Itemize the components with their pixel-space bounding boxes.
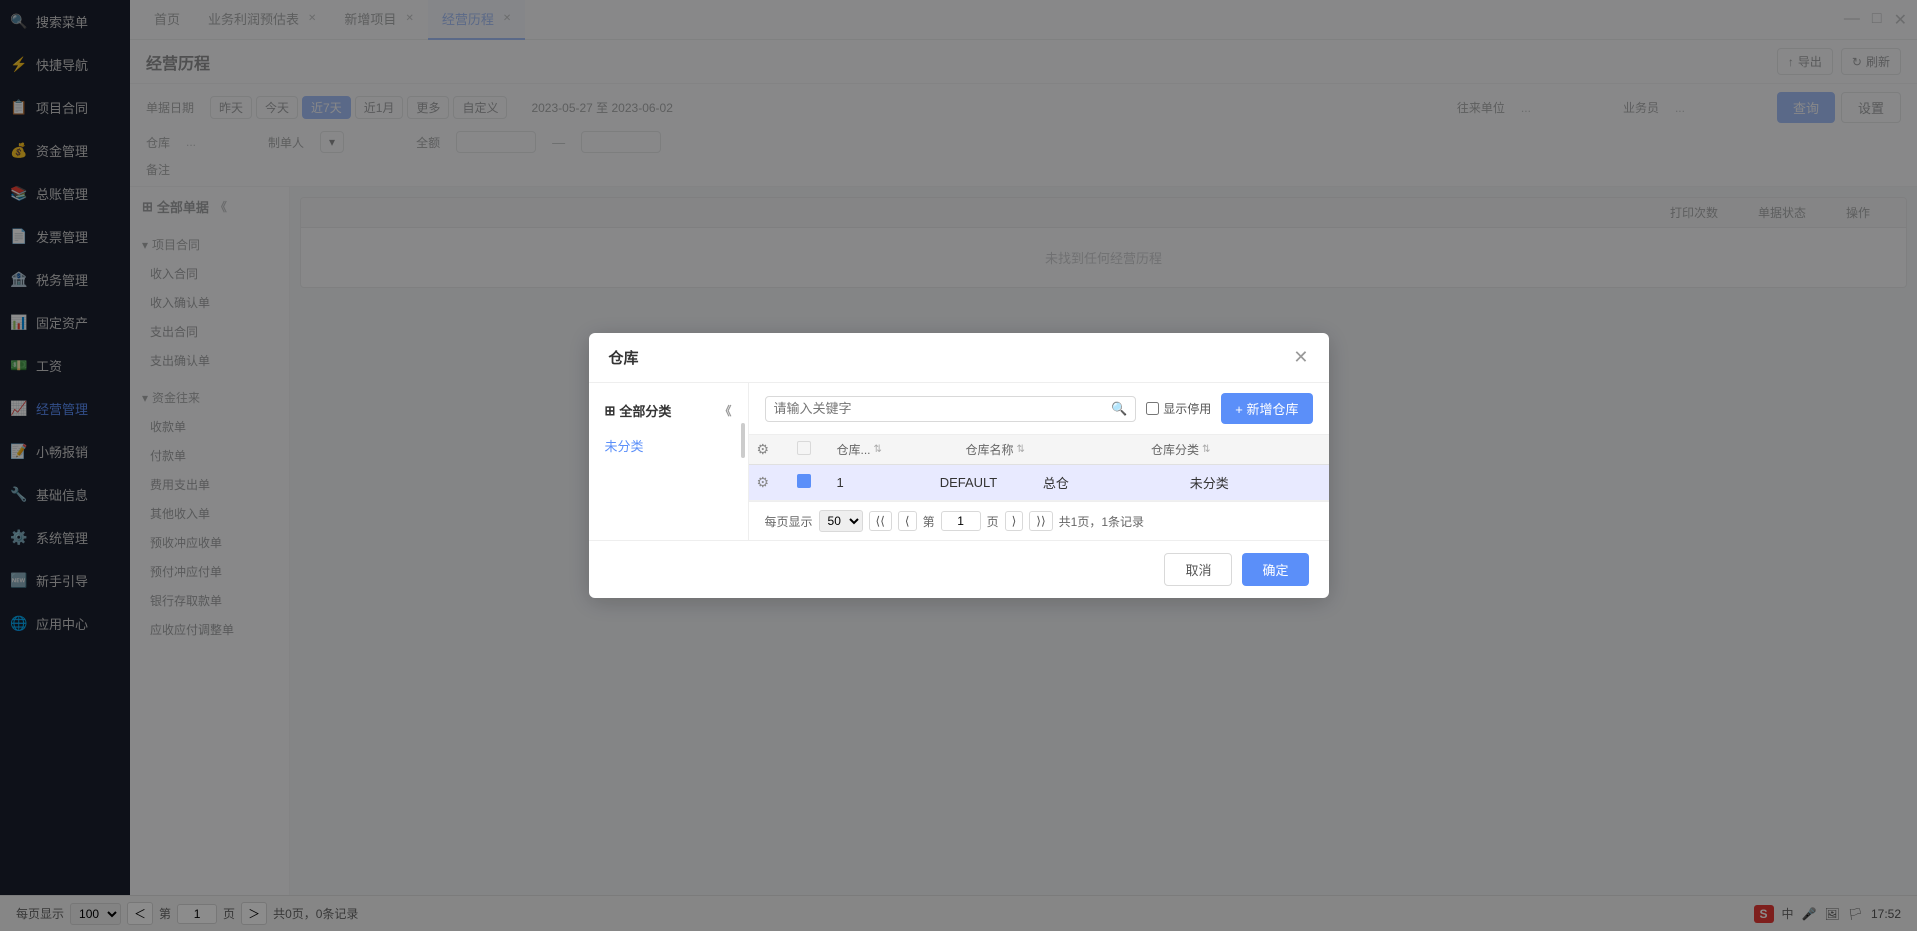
page-unit: 页 [987, 513, 999, 530]
dialog-toolbar: 🔍 显示停用 + 新增仓库 [749, 383, 1329, 435]
dialog-overlay: 仓库 ✕ ⊞ 全部分类 《 未分类 [0, 0, 1917, 931]
last-page-button[interactable]: ⟩⟩ [1029, 511, 1052, 531]
dialog-actions: 取消 确定 [589, 540, 1329, 598]
th-warehouse-name: 仓库名称 ⇅ [958, 441, 1144, 458]
settings-col-header: ⚙ [749, 441, 789, 458]
left-scrollbar[interactable] [740, 423, 746, 540]
th-warehouse-code: 仓库... ⇅ [829, 441, 958, 458]
checkbox-col-header [789, 441, 829, 458]
dialog-right-panel: 🔍 显示停用 + 新增仓库 ⚙ [749, 383, 1329, 540]
dialog-close-icon[interactable]: ✕ [1293, 347, 1308, 368]
category-grid-icon: ⊞ [605, 403, 616, 419]
page-size-label: 每页显示 [765, 513, 813, 530]
dialog-table-header: ⚙ 仓库... ⇅ 仓库名称 ⇅ [749, 435, 1329, 465]
prev-page-button[interactable]: ⟨ [898, 511, 917, 531]
confirm-button[interactable]: 确定 [1242, 553, 1308, 586]
dialog-table-row[interactable]: ⚙ 1 DEFAULT 总仓 [749, 465, 1329, 501]
dialog-left-panel: ⊞ 全部分类 《 未分类 [589, 383, 749, 540]
dialog-left-title: 全部分类 [619, 401, 671, 420]
sort-icon-code[interactable]: ⇅ [874, 444, 882, 455]
total-label: 共1页，1条记录 [1059, 513, 1144, 530]
page-label: 第 [923, 513, 935, 530]
page-size-select[interactable]: 50 [819, 510, 863, 532]
row-code: DEFAULT [932, 475, 1035, 490]
unclassified-label: 未分类 [605, 436, 644, 455]
row-name: 总仓 [1035, 473, 1182, 492]
sort-icon-name[interactable]: ⇅ [1017, 444, 1025, 455]
page-number-input[interactable] [941, 511, 981, 531]
row-checkbox-col [789, 474, 829, 491]
dialog-header: 仓库 ✕ [589, 333, 1329, 383]
add-warehouse-button[interactable]: + 新增仓库 [1221, 393, 1312, 424]
dialog-title: 仓库 [609, 347, 639, 368]
dialog-table: ⚙ 仓库... ⇅ 仓库名称 ⇅ [749, 435, 1329, 501]
sort-icon-category[interactable]: ⇅ [1202, 444, 1210, 455]
row-checkbox[interactable] [797, 474, 811, 488]
dialog-left-header: ⊞ 全部分类 《 [589, 393, 748, 428]
show-disabled-checkbox[interactable] [1146, 402, 1159, 415]
dialog-category-unclassified[interactable]: 未分类 [589, 428, 748, 463]
search-input[interactable] [774, 401, 1112, 416]
next-page-button[interactable]: ⟩ [1005, 511, 1024, 531]
left-scroll-thumb [741, 423, 745, 458]
dialog-body: ⊞ 全部分类 《 未分类 🔍 [589, 383, 1329, 540]
row-category: 未分类 [1182, 473, 1329, 492]
row-gear-col: ⚙ [749, 474, 789, 491]
select-all-checkbox[interactable] [797, 441, 811, 455]
search-box: 🔍 [765, 396, 1137, 422]
dialog-footer-pagination: 每页显示 50 ⟨⟨ ⟨ 第 页 ⟩ ⟩⟩ 共1页，1条记录 [749, 501, 1329, 540]
row-settings-icon[interactable]: ⚙ [757, 474, 770, 490]
warehouse-dialog: 仓库 ✕ ⊞ 全部分类 《 未分类 [589, 333, 1329, 598]
th-warehouse-category: 仓库分类 ⇅ [1143, 441, 1329, 458]
cancel-button[interactable]: 取消 [1164, 553, 1232, 586]
column-settings-icon[interactable]: ⚙ [757, 441, 770, 458]
first-page-button[interactable]: ⟨⟨ [869, 511, 892, 531]
dialog-collapse-icon[interactable]: 《 [719, 402, 731, 419]
show-disabled-label[interactable]: 显示停用 [1146, 400, 1211, 417]
pagination-controls: 每页显示 50 ⟨⟨ ⟨ 第 页 ⟩ ⟩⟩ 共1页，1条记录 [765, 510, 1145, 532]
row-index: 1 [829, 475, 932, 490]
search-icon[interactable]: 🔍 [1111, 401, 1127, 417]
